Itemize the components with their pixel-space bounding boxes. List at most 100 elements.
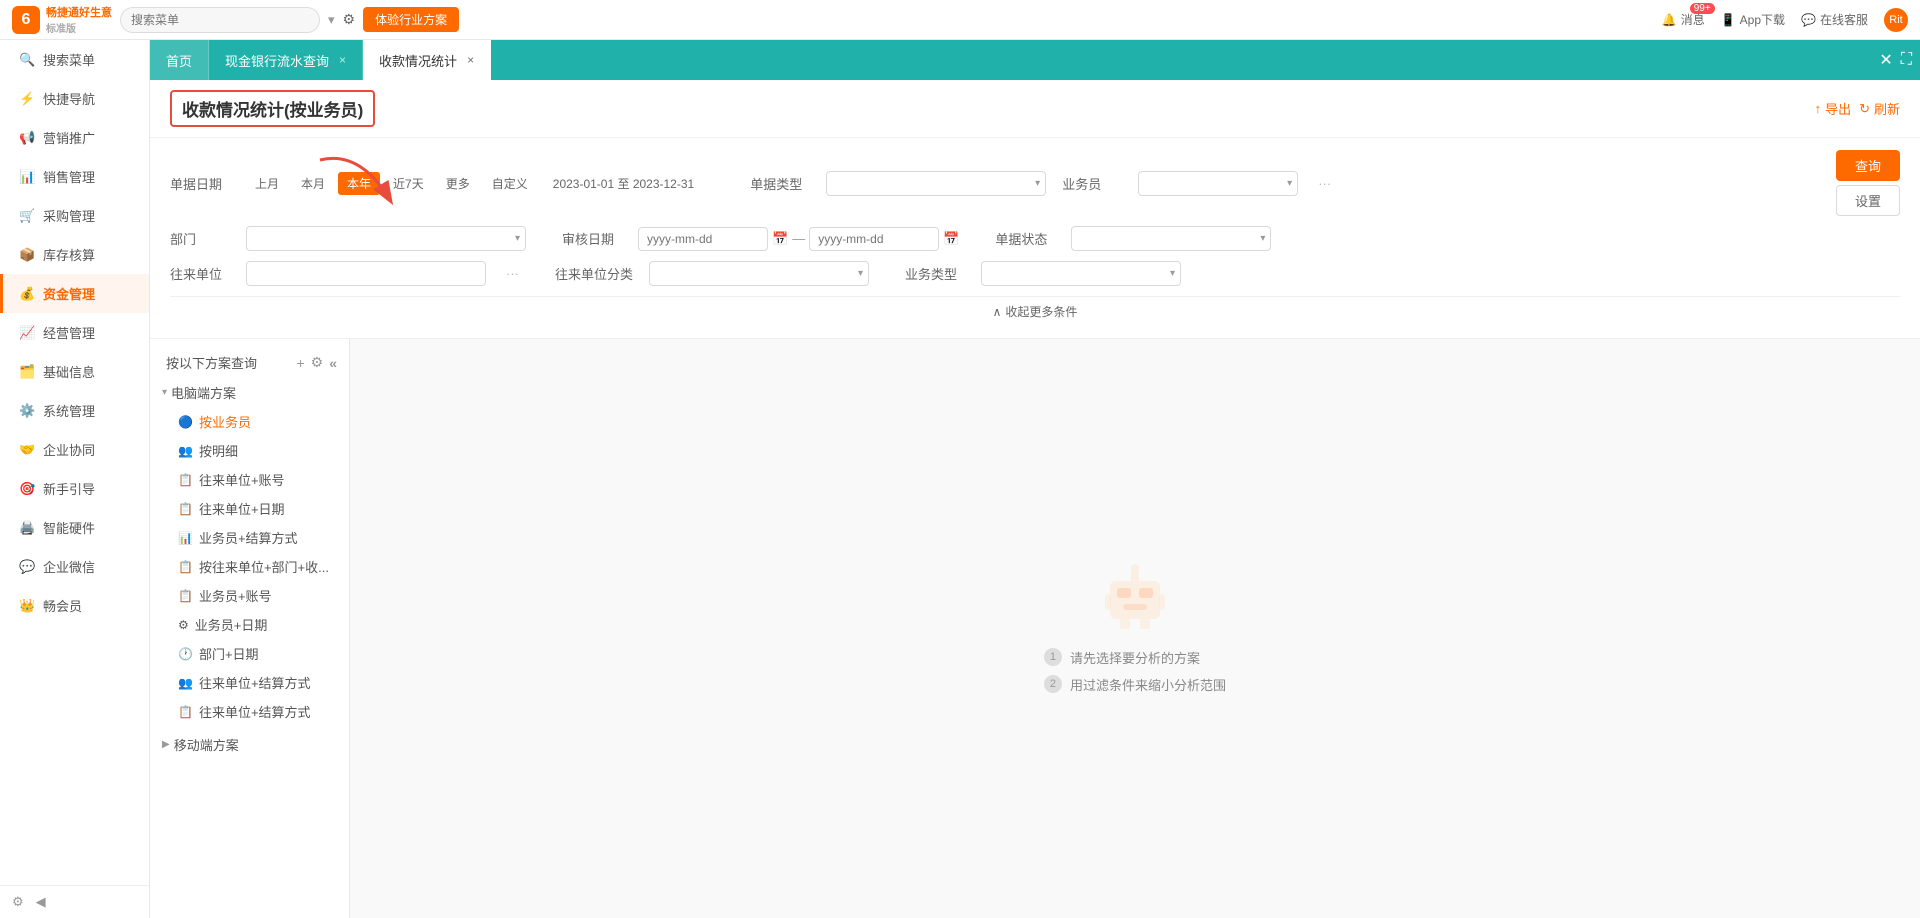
biz-type-select[interactable] [981,261,1181,286]
sidebar-item-member[interactable]: 👑 畅会员 [0,586,149,625]
sidebar-label-finance: 资金管理 [43,284,95,303]
scheme-item-salesperson-account[interactable]: 📋 业务员+账号 [150,581,349,610]
scheme-item-salesperson-date[interactable]: ⚙ 业务员+日期 [150,610,349,639]
dropdown-arrow-icon[interactable]: ▾ [328,12,335,28]
right-content: 1 请先选择要分析的方案 2 用过滤条件来缩小分析范围 [350,339,1920,918]
search-icon: 🔍 [19,52,35,68]
scheme-item-salesperson-settlement[interactable]: 📊 业务员+结算方式 [150,523,349,552]
scheme-label-unit-settlement1: 往来单位+结算方式 [199,673,311,692]
empty-robot-icon [1095,556,1175,636]
trial-button[interactable]: 体验行业方案 [363,7,459,32]
online-service-btn[interactable]: 💬 在线客服 [1801,11,1868,28]
sidebar-settings-icon[interactable]: ⚙ [12,894,24,910]
scheme-item-unit-settlement2[interactable]: 📋 往来单位+结算方式 [150,697,349,726]
sidebar-item-inventory[interactable]: 📦 库存核算 [0,235,149,274]
dept-select[interactable] [246,226,526,251]
tab-bank-flow[interactable]: 现金银行流水查询 × [209,40,363,80]
online-service-label: 在线客服 [1820,11,1868,28]
operations-icon: 📈 [19,325,35,341]
bill-status-select[interactable] [1071,226,1271,251]
main-layout: 🔍 搜索菜单 ⚡ 快捷导航 📢 营销推广 📊 销售管理 🛒 采购管理 📦 库存核… [0,40,1920,918]
date-btn-more[interactable]: 更多 [437,172,479,195]
sidebar-item-sales[interactable]: 📊 销售管理 [0,157,149,196]
calendar-to-icon: 📅 [943,231,959,247]
scheme-label-unit-settlement2: 往来单位+结算方式 [199,702,311,721]
page-actions: ↑ 导出 ↻ 刷新 [1815,99,1900,118]
settings-icon[interactable]: ⚙ [343,11,356,28]
marketing-icon: 📢 [19,130,35,146]
date-btn-7days[interactable]: 近7天 [384,172,433,195]
counterparty-more-icon[interactable]: ··· [506,266,519,281]
scheme-item-unit-dept[interactable]: 📋 按往来单位+部门+收... [150,552,349,581]
tab-collection-stats[interactable]: 收款情况统计 × [363,40,491,80]
collection-stats-tab-label: 收款情况统计 [379,51,457,70]
filter-row-counterparty: 往来单位 ··· 往来单位分类 ▾ 业务类型 [170,261,1900,286]
close-window-icon[interactable]: ✕ [1879,50,1892,70]
mobile-section-header[interactable]: ▶ 移动端方案 [150,730,349,759]
salesperson-label: 业务员 [1062,174,1122,193]
counterparty-class-select[interactable] [649,261,869,286]
maximize-window-icon[interactable]: ⛶ [1901,51,1912,69]
date-btn-last-month[interactable]: 上月 [246,172,288,195]
salesperson-more-icon[interactable]: ··· [1318,176,1331,191]
message-btn[interactable]: 🔔 消息 99+ [1662,11,1705,28]
sidebar-item-guide[interactable]: 🎯 新手引导 [0,469,149,508]
counterparty-select[interactable] [246,261,486,286]
sidebar-item-quicknav[interactable]: ⚡ 快捷导航 [0,79,149,118]
counterparty-label: 往来单位 [170,264,230,283]
top-right-area: 🔔 消息 99+ 📱 App下载 💬 在线客服 Rit [1662,8,1908,32]
date-btn-this-year[interactable]: 本年 [338,172,380,195]
empty-step-1-text: 请先选择要分析的方案 [1070,648,1200,667]
scheme-item-unit-settlement1[interactable]: 👥 往来单位+结算方式 [150,668,349,697]
sidebar-item-system[interactable]: ⚙️ 系统管理 [0,391,149,430]
sidebar-item-collab[interactable]: 🤝 企业协同 [0,430,149,469]
review-date-to[interactable] [809,227,939,251]
bank-flow-tab-close[interactable]: × [339,53,346,67]
scheme-item-unit-date[interactable]: 📋 往来单位+日期 [150,494,349,523]
scheme-item-detail[interactable]: 👥 按明细 [150,436,349,465]
collapse-filter-btn[interactable]: ∧ 收起更多条件 [170,296,1900,326]
collapse-panel-btn[interactable]: « [329,355,337,371]
sidebar-item-purchase[interactable]: 🛒 采购管理 [0,196,149,235]
sidebar-item-basic[interactable]: 🗂️ 基础信息 [0,352,149,391]
add-scheme-btn[interactable]: + [296,355,304,371]
scheme-item-unit-account[interactable]: 📋 往来单位+账号 [150,465,349,494]
refresh-button[interactable]: ↻ 刷新 [1859,99,1900,118]
tab-bar: 首页 现金银行流水查询 × 收款情况统计 × ✕ ⛶ [150,40,1920,80]
inventory-icon: 📦 [19,247,35,263]
user-avatar[interactable]: Rit [1884,8,1908,32]
app-download-btn[interactable]: 📱 App下载 [1721,11,1785,28]
home-tab-label: 首页 [166,51,192,70]
hardware-icon: 🖨️ [19,520,35,536]
scheme-item-dept-date[interactable]: 🕐 部门+日期 [150,639,349,668]
query-btn-group: 查询 设置 [1836,150,1900,216]
sidebar-item-search[interactable]: 🔍 搜索菜单 [0,40,149,79]
sidebar-item-marketing[interactable]: 📢 营销推广 [0,118,149,157]
top-search-input[interactable] [120,7,320,33]
filter-panel: 单据日期 上月 本月 本年 近7天 更多 自定义 2023-01-01 至 20… [150,138,1920,339]
tab-home[interactable]: 首页 [150,40,209,80]
bill-type-select[interactable] [826,171,1046,196]
scheme-item-salesperson[interactable]: 🔵 按业务员 [150,407,349,436]
salesperson-select[interactable] [1138,171,1298,196]
sidebar-item-wechat[interactable]: 💬 企业微信 [0,547,149,586]
collection-stats-tab-close[interactable]: × [467,53,474,67]
settings-button[interactable]: 设置 [1836,185,1900,216]
biz-type-select-wrapper: ▾ [981,261,1181,286]
date-btn-this-month[interactable]: 本月 [292,172,334,195]
sidebar-item-finance[interactable]: 💰 资金管理 [0,274,149,313]
left-panel-action-buttons: + ⚙ « [296,354,337,371]
date-btn-custom[interactable]: 自定义 [483,172,537,195]
service-icon: 💬 [1801,13,1816,27]
sidebar-label-wechat: 企业微信 [43,557,95,576]
salesperson-select-wrapper: ▾ [1138,171,1298,196]
query-button[interactable]: 查询 [1836,150,1900,181]
review-date-from[interactable] [638,227,768,251]
sidebar-collapse-icon[interactable]: ◀ [36,894,46,910]
manage-scheme-btn[interactable]: ⚙ [311,354,324,371]
export-button[interactable]: ↑ 导出 [1815,99,1852,118]
sidebar-item-operations[interactable]: 📈 经营管理 [0,313,149,352]
sidebar-item-hardware[interactable]: 🖨️ 智能硬件 [0,508,149,547]
counterparty-class-select-wrapper: ▾ [649,261,869,286]
pc-section-header[interactable]: ▾ 电脑端方案 [150,378,349,407]
